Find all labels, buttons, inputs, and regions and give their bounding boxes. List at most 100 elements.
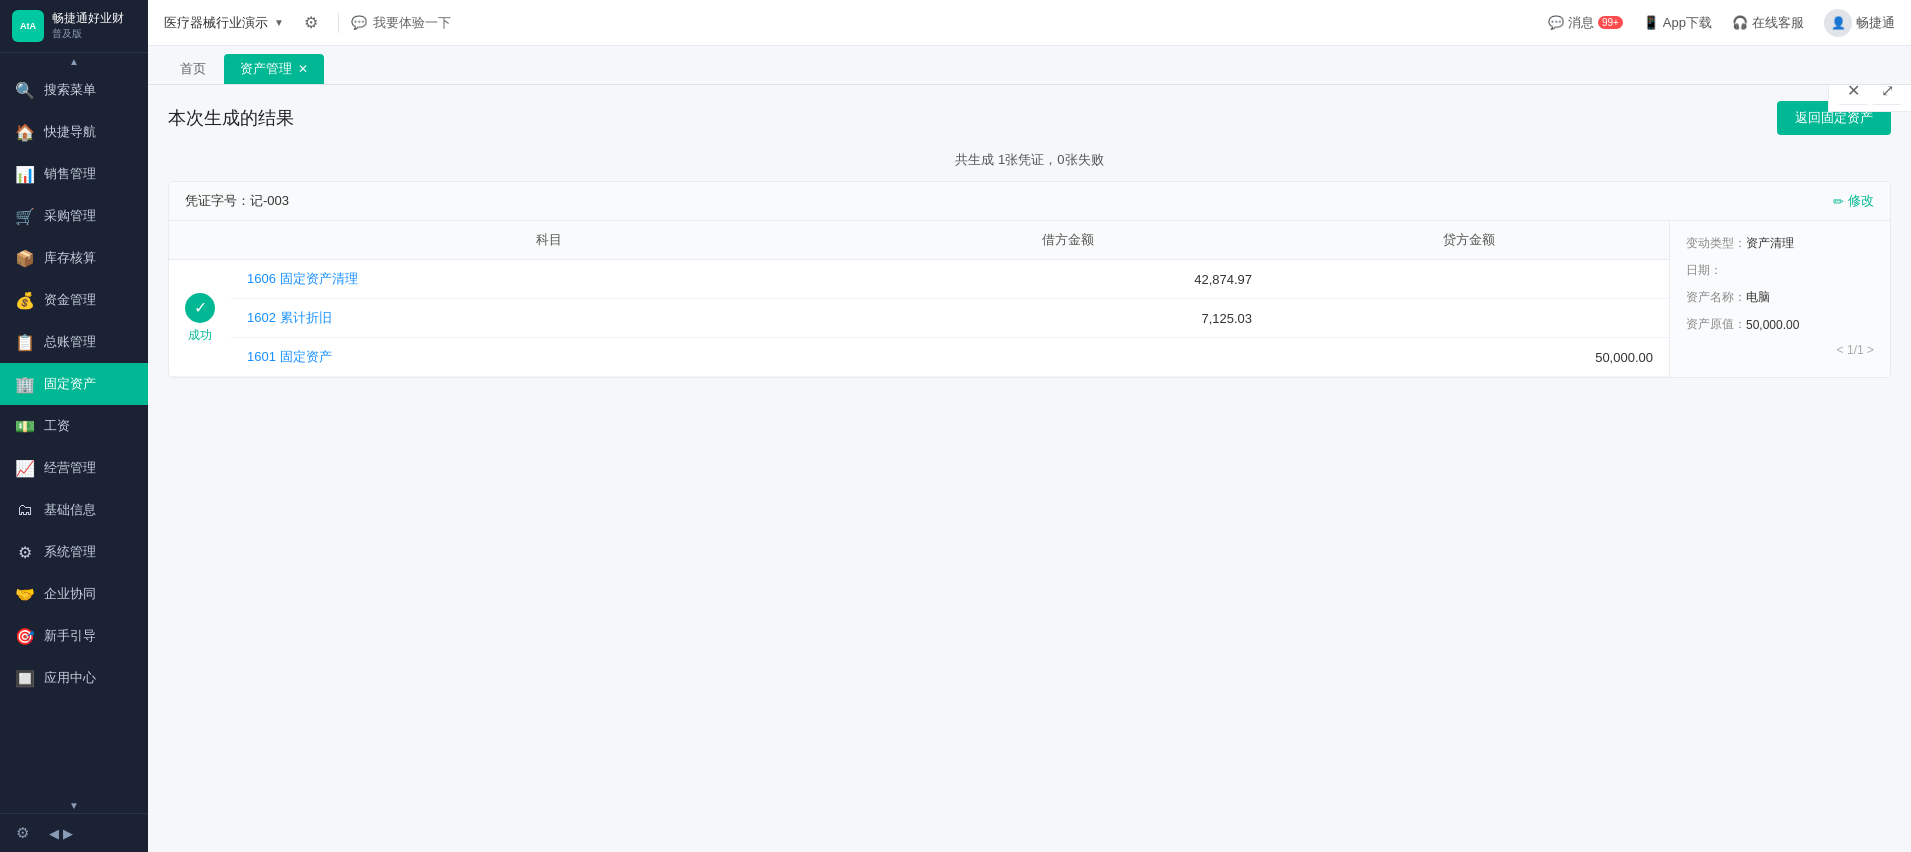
- summary-text: 共生成 1张凭证，0张失败: [955, 152, 1103, 167]
- feedback-button[interactable]: 💬 我要体验一下: [351, 14, 451, 32]
- sidebar-item-enterprise[interactable]: 🤝 企业协同: [0, 573, 148, 615]
- main-area: 医疗器械行业演示 ▼ ⚙ 💬 我要体验一下 💬 消息 99+ 📱 App下载 🎧…: [148, 0, 1911, 852]
- credit-2: [1268, 299, 1669, 338]
- change-type-label: 变动类型：: [1686, 235, 1746, 252]
- enterprise-icon: 🤝: [16, 585, 34, 603]
- sidebar-item-system[interactable]: ⚙ 系统管理: [0, 531, 148, 573]
- sidebar-bottom: ⚙ ◀ ▶: [0, 813, 148, 852]
- sidebar-item-guide[interactable]: 🎯 新手引导: [0, 615, 148, 657]
- voucher-body: 科目 借方金额 贷方金额 ✓ 成功: [169, 221, 1890, 377]
- voucher-header: 凭证字号：记-003 ✏ 修改: [169, 182, 1890, 221]
- panel-controls: ✕ ⤢: [1828, 85, 1911, 112]
- sidebar-item-label-sales: 销售管理: [44, 165, 96, 183]
- sidebar-scroll-down[interactable]: ▼: [0, 797, 148, 813]
- workspace-dropdown-icon[interactable]: ▼: [274, 17, 284, 28]
- sidebar-item-label-system: 系统管理: [44, 543, 96, 561]
- prev-page-icon[interactable]: <: [1837, 343, 1844, 357]
- user-profile[interactable]: 👤 畅捷通: [1824, 9, 1895, 37]
- app-logo: AtA 畅捷通好业财 普及版: [0, 0, 148, 53]
- sidebar-item-purchase[interactable]: 🛒 采购管理: [0, 195, 148, 237]
- workspace-name: 医疗器械行业演示: [164, 14, 268, 32]
- sidebar-item-salary[interactable]: 💵 工资: [0, 405, 148, 447]
- collapse-sidebar-icon[interactable]: ◀ ▶: [49, 826, 73, 841]
- tab-close-icon[interactable]: ✕: [298, 62, 308, 76]
- voucher-side-panel: 变动类型： 资产清理 日期： 资产名称： 电脑 资产原值： 50,000.00: [1670, 221, 1890, 377]
- sidebar-item-label-capital: 资金管理: [44, 291, 96, 309]
- page-header: 本次生成的结果 返回固定资产: [168, 101, 1891, 135]
- settings-bottom-icon[interactable]: ⚙: [16, 824, 29, 842]
- account-3: 1601 固定资产: [231, 338, 867, 377]
- capital-icon: 💰: [16, 291, 34, 309]
- sidebar-item-inventory[interactable]: 📦 库存核算: [0, 237, 148, 279]
- expand-panel-button[interactable]: ⤢: [1873, 85, 1901, 105]
- page-content: 本次生成的结果 返回固定资产 共生成 1张凭证，0张失败 凭证字号：记-003 …: [148, 85, 1911, 852]
- logo-title: 畅捷通好业财: [52, 11, 124, 27]
- sidebar-item-ledger[interactable]: 📋 总账管理: [0, 321, 148, 363]
- sidebar-item-label-fixed_assets: 固定资产: [44, 375, 96, 393]
- sidebar-item-capital[interactable]: 💰 资金管理: [0, 279, 148, 321]
- edit-voucher-button[interactable]: ✏ 修改: [1833, 192, 1874, 210]
- original-value-label: 资产原值：: [1686, 316, 1746, 333]
- quicknav-icon: 🏠: [16, 123, 34, 141]
- sidebar-nav: 🔍 搜索菜单 🏠 快捷导航 📊 销售管理 🛒 采购管理 📦 库存核算 💰 资金管…: [0, 69, 148, 797]
- notification-icon: 💬: [1548, 15, 1564, 30]
- workspace-selector[interactable]: 医疗器械行业演示 ▼: [164, 14, 284, 32]
- sidebar-item-label-guide: 新手引导: [44, 627, 96, 645]
- sidebar-item-fixed_assets[interactable]: 🏢 固定资产: [0, 363, 148, 405]
- table-row: 1601 固定资产 50,000.00: [169, 338, 1669, 377]
- sidebar-item-label-quicknav: 快捷导航: [44, 123, 96, 141]
- sidebar-item-sales[interactable]: 📊 销售管理: [0, 153, 148, 195]
- user-avatar: 👤: [1824, 9, 1852, 37]
- tab-home[interactable]: 首页: [164, 54, 222, 84]
- sidebar-item-label-inventory: 库存核算: [44, 249, 96, 267]
- sidebar-item-label-enterprise: 企业协同: [44, 585, 96, 603]
- asset-name-value: 电脑: [1746, 289, 1770, 306]
- sidebar-item-quicknav[interactable]: 🏠 快捷导航: [0, 111, 148, 153]
- purchase-icon: 🛒: [16, 207, 34, 225]
- app-download-button[interactable]: 📱 App下载: [1643, 14, 1712, 32]
- topbar: 医疗器械行业演示 ▼ ⚙ 💬 我要体验一下 💬 消息 99+ 📱 App下载 🎧…: [148, 0, 1911, 46]
- app-download-icon: 📱: [1643, 15, 1659, 30]
- voucher-table: 科目 借方金额 贷方金额 ✓ 成功: [169, 221, 1669, 377]
- inventory-icon: 📦: [16, 249, 34, 267]
- logo-subtitle: 普及版: [52, 27, 124, 41]
- tab-asset-mgmt-label: 资产管理: [240, 60, 292, 78]
- next-page-icon[interactable]: >: [1867, 343, 1874, 357]
- sidebar-item-search[interactable]: 🔍 搜索菜单: [0, 69, 148, 111]
- sidebar-item-label-basic: 基础信息: [44, 501, 96, 519]
- voucher-table-area: 科目 借方金额 贷方金额 ✓ 成功: [169, 221, 1670, 377]
- edit-icon: ✏: [1833, 194, 1844, 209]
- online-service-icon: 🎧: [1732, 15, 1748, 30]
- account-2: 1602 累计折旧: [231, 299, 867, 338]
- online-service-button[interactable]: 🎧 在线客服: [1732, 14, 1804, 32]
- original-value-row: 资产原值： 50,000.00: [1686, 316, 1874, 333]
- sidebar-item-label-operations: 经营管理: [44, 459, 96, 477]
- voucher-number: 凭证字号：记-003: [185, 192, 289, 210]
- change-type-value: 资产清理: [1746, 235, 1794, 252]
- topbar-settings-icon[interactable]: ⚙: [296, 8, 326, 38]
- account-1: 1606 固定资产清理: [231, 260, 867, 299]
- success-label: 成功: [185, 327, 215, 344]
- notifications-button[interactable]: 💬 消息 99+: [1548, 14, 1623, 32]
- debit-3: [867, 338, 1268, 377]
- change-type-row: 变动类型： 资产清理: [1686, 235, 1874, 252]
- status-col-header: [169, 221, 231, 260]
- apps-icon: 🔲: [16, 669, 34, 687]
- tab-asset-mgmt[interactable]: 资产管理 ✕: [224, 54, 324, 84]
- ledger-icon: 📋: [16, 333, 34, 351]
- sidebar-scroll-up[interactable]: ▲: [0, 53, 148, 69]
- user-name: 畅捷通: [1856, 14, 1895, 32]
- sidebar-item-label-search: 搜索菜单: [44, 81, 96, 99]
- page-title: 本次生成的结果: [168, 106, 294, 130]
- sidebar-item-apps[interactable]: 🔲 应用中心: [0, 657, 148, 699]
- sidebar: AtA 畅捷通好业财 普及版 ▲ 🔍 搜索菜单 🏠 快捷导航 📊 销售管理 🛒 …: [0, 0, 148, 852]
- close-panel-button[interactable]: ✕: [1839, 85, 1867, 105]
- tabbar: 首页 资产管理 ✕: [148, 46, 1911, 85]
- sidebar-item-operations[interactable]: 📈 经营管理: [0, 447, 148, 489]
- sidebar-item-basic[interactable]: 🗂 基础信息: [0, 489, 148, 531]
- sidebar-item-label-ledger: 总账管理: [44, 333, 96, 351]
- pagination-label: 1/1: [1847, 343, 1867, 357]
- debit-1: 42,874.97: [867, 260, 1268, 299]
- date-row: 日期：: [1686, 262, 1874, 279]
- sidebar-item-label-apps: 应用中心: [44, 669, 96, 687]
